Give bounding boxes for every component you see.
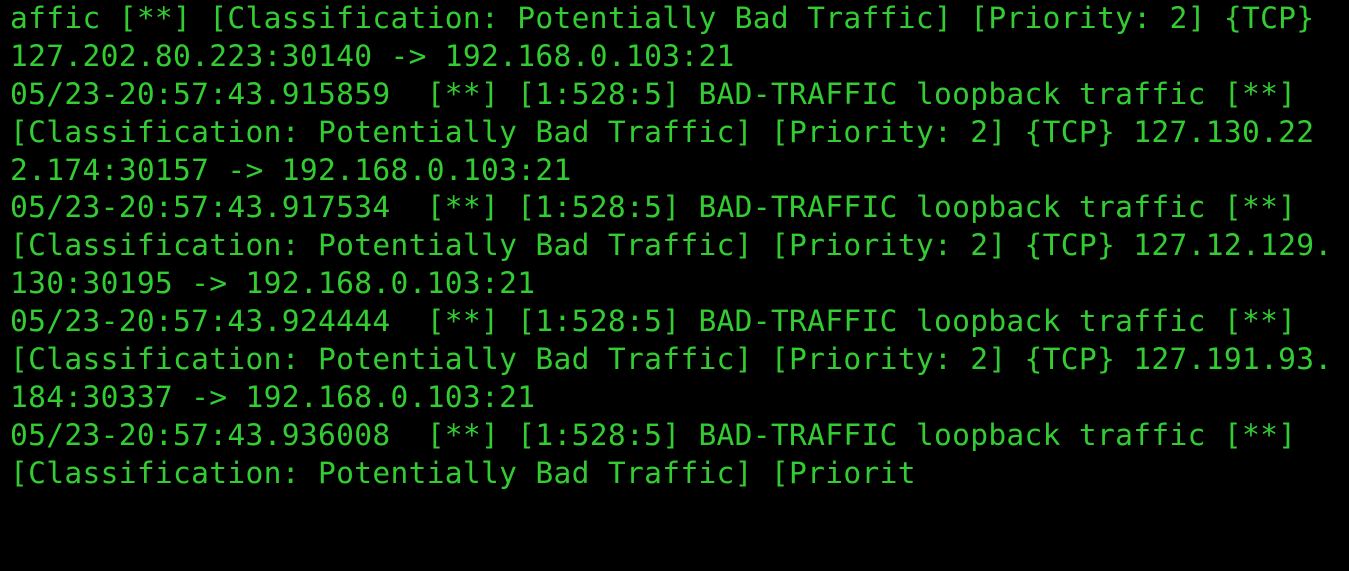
terminal-output[interactable]: affic [**] [Classification: Potentially …: [10, 0, 1340, 492]
